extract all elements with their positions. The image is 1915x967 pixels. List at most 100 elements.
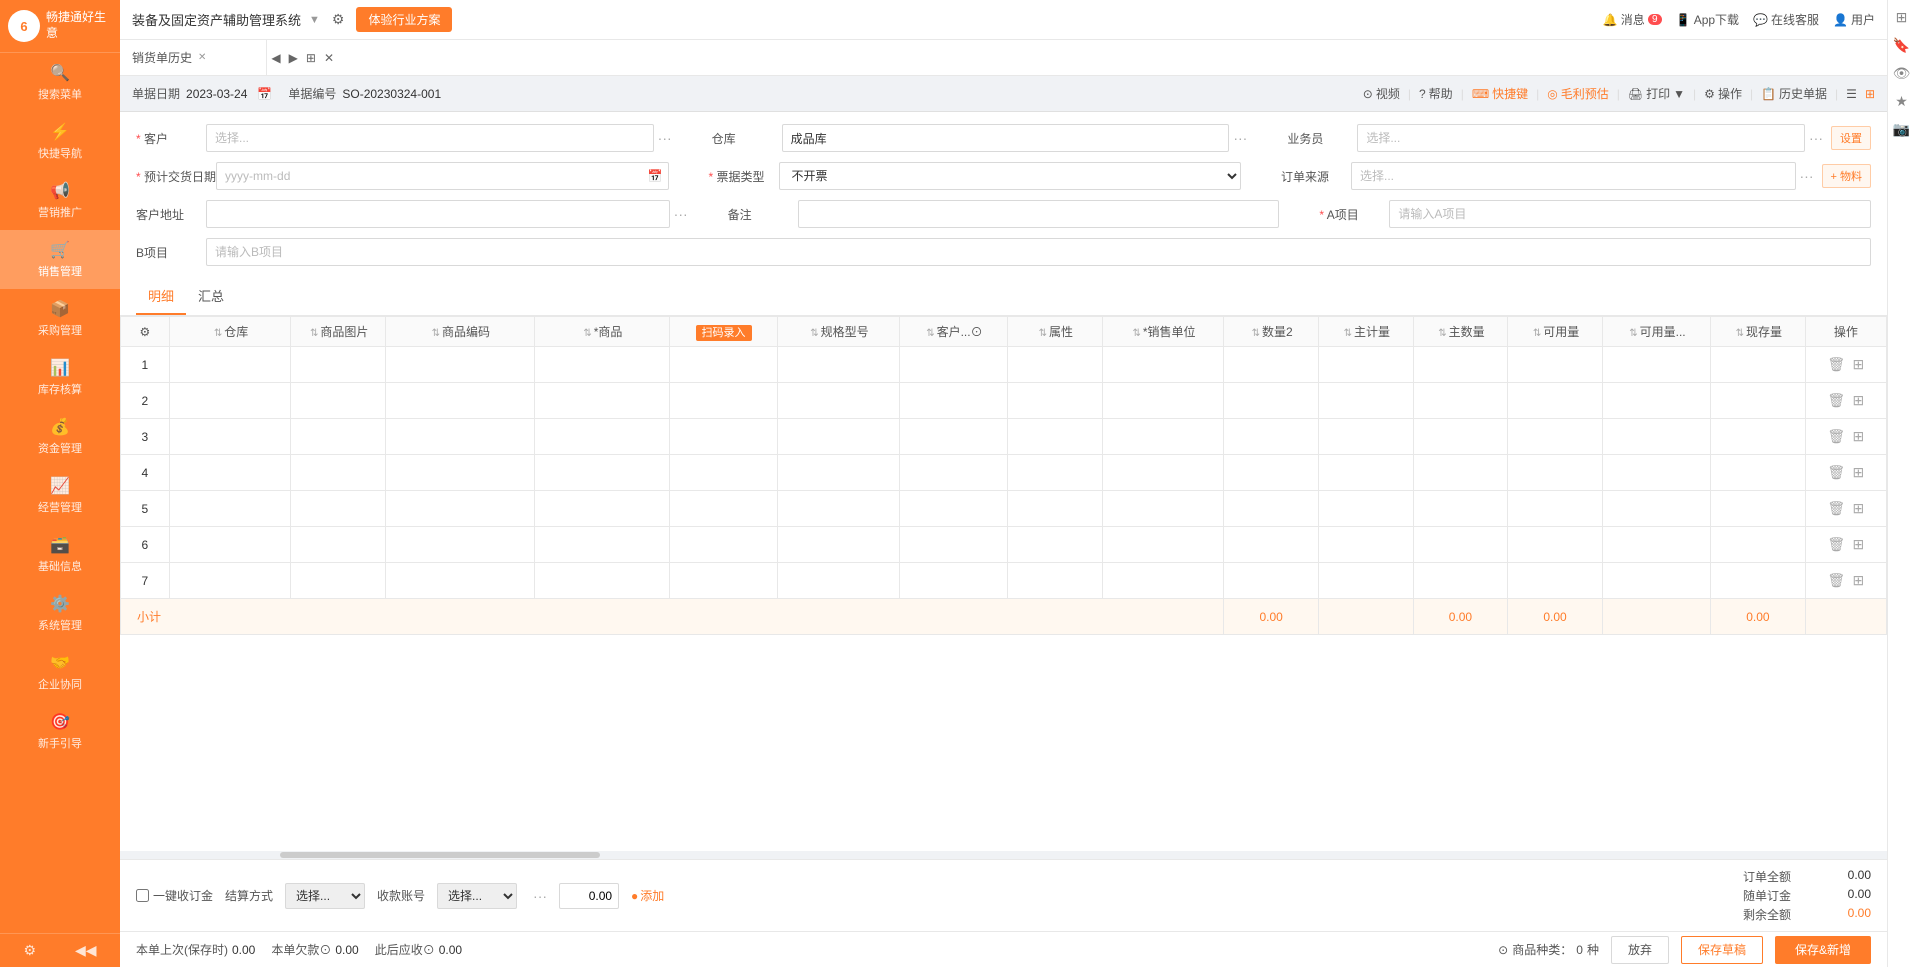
industry-plan-button[interactable]: 体验行业方案 xyxy=(356,7,452,32)
row-mainunit-5[interactable] xyxy=(1318,491,1413,527)
salesperson-input[interactable] xyxy=(1357,124,1805,152)
print-action[interactable]: 🖨 打印 ▼ xyxy=(1628,85,1685,102)
row-availdots-7[interactable] xyxy=(1602,563,1710,599)
user-avatar[interactable]: 👤 用户 xyxy=(1833,11,1875,28)
row-code-5[interactable] xyxy=(386,491,535,527)
row-delete-1[interactable]: 🗑 xyxy=(1825,356,1847,373)
th-stock[interactable]: ⇅现存量 xyxy=(1711,317,1806,347)
row-img-4[interactable] xyxy=(291,455,386,491)
rp-eye-icon[interactable]: 👁 xyxy=(1889,60,1915,86)
row-mainunit-4[interactable] xyxy=(1318,455,1413,491)
operation-action[interactable]: ⚙ 操作 xyxy=(1704,85,1742,102)
sidebar-item-inventory[interactable]: 📊库存核算 xyxy=(0,348,120,407)
history-action[interactable]: 📋 历史单据 xyxy=(1761,85,1827,102)
sidebar-item-newbie[interactable]: 🎯新手引导 xyxy=(0,702,120,761)
row-mainqty-1[interactable] xyxy=(1413,347,1508,383)
row-delete-3[interactable]: 🗑 xyxy=(1825,428,1847,445)
row-product-7[interactable] xyxy=(534,563,669,599)
row-copy-7[interactable]: ⊞ xyxy=(1851,572,1867,589)
row-avail-3[interactable] xyxy=(1508,419,1603,455)
tab-close-sales_return_history[interactable]: ✕ xyxy=(198,52,206,63)
row-code-4[interactable] xyxy=(386,455,535,491)
row-img-6[interactable] xyxy=(291,527,386,563)
row-delete-7[interactable]: 🗑 xyxy=(1825,572,1847,589)
row-img-7[interactable] xyxy=(291,563,386,599)
row-mainqty-6[interactable] xyxy=(1413,527,1508,563)
row-unit-4[interactable] xyxy=(1102,455,1224,491)
sidebar-settings-icon[interactable]: ⚙ xyxy=(23,942,36,959)
row-mainqty-5[interactable] xyxy=(1413,491,1508,527)
row-warehouse-6[interactable] xyxy=(169,527,291,563)
row-avail-7[interactable] xyxy=(1508,563,1603,599)
row-barcode-1[interactable] xyxy=(669,347,777,383)
sidebar-item-operation[interactable]: 📈经营管理 xyxy=(0,466,120,525)
row-attr-3[interactable] xyxy=(1007,419,1102,455)
tab-more-icon[interactable]: ⊞ xyxy=(302,51,320,65)
row-attr-1[interactable] xyxy=(1007,347,1102,383)
row-delete-4[interactable]: 🗑 xyxy=(1825,464,1847,481)
row-warehouse-3[interactable] xyxy=(169,419,291,455)
row-stock-4[interactable] xyxy=(1711,455,1806,491)
row-img-5[interactable] xyxy=(291,491,386,527)
sidebar-item-quick[interactable]: ⚡快捷导航 xyxy=(0,112,120,171)
row-custcode-5[interactable] xyxy=(899,491,1007,527)
help-action[interactable]: ? 帮助 xyxy=(1419,85,1453,102)
row-img-1[interactable] xyxy=(291,347,386,383)
row-availdots-5[interactable] xyxy=(1602,491,1710,527)
sidebar-bottom[interactable]: ⚙ ◀◀ xyxy=(0,933,120,967)
customer-dots-icon[interactable]: ··· xyxy=(658,130,672,146)
row-attr-6[interactable] xyxy=(1007,527,1102,563)
row-code-7[interactable] xyxy=(386,563,535,599)
discard-button[interactable]: 放弃 xyxy=(1611,936,1669,964)
one-click-checkbox[interactable] xyxy=(136,889,149,902)
row-availdots-6[interactable] xyxy=(1602,527,1710,563)
payment-amount-input[interactable]: 0.00 xyxy=(559,883,619,909)
row-code-6[interactable] xyxy=(386,527,535,563)
row-barcode-4[interactable] xyxy=(669,455,777,491)
profit-forecast-action[interactable]: ◎ 毛利预估 xyxy=(1547,85,1609,102)
row-spec-7[interactable] xyxy=(778,563,900,599)
settings-button[interactable]: 设置 xyxy=(1831,126,1871,150)
row-copy-6[interactable]: ⊞ xyxy=(1851,536,1867,553)
row-avail-4[interactable] xyxy=(1508,455,1603,491)
th-avail-dots[interactable]: ⇅可用量... xyxy=(1602,317,1710,347)
row-unit-5[interactable] xyxy=(1102,491,1224,527)
row-barcode-5[interactable] xyxy=(669,491,777,527)
row-custcode-7[interactable] xyxy=(899,563,1007,599)
row-product-2[interactable] xyxy=(534,383,669,419)
row-qty2-1[interactable] xyxy=(1224,347,1319,383)
row-stock-2[interactable] xyxy=(1711,383,1806,419)
row-mainunit-6[interactable] xyxy=(1318,527,1413,563)
rp-scan-icon[interactable]: 📷 xyxy=(1889,116,1915,142)
row-spec-4[interactable] xyxy=(778,455,900,491)
row-copy-1[interactable]: ⊞ xyxy=(1851,356,1867,373)
b-project-input[interactable] xyxy=(206,238,1871,266)
row-spec-3[interactable] xyxy=(778,419,900,455)
account-dots-icon[interactable]: ··· xyxy=(533,888,547,904)
row-spec-2[interactable] xyxy=(778,383,900,419)
address-dots-icon[interactable]: ··· xyxy=(674,206,688,222)
row-mainqty-7[interactable] xyxy=(1413,563,1508,599)
row-mainunit-7[interactable] xyxy=(1318,563,1413,599)
row-copy-5[interactable]: ⊞ xyxy=(1851,500,1867,517)
tab-detail[interactable]: 明细 xyxy=(136,278,186,315)
row-copy-3[interactable]: ⊞ xyxy=(1851,428,1867,445)
row-avail-1[interactable] xyxy=(1508,347,1603,383)
row-warehouse-4[interactable] xyxy=(169,455,291,491)
row-avail-6[interactable] xyxy=(1508,527,1603,563)
sidebar-item-system[interactable]: ⚙️系统管理 xyxy=(0,584,120,643)
sidebar-item-marketing[interactable]: 📢营销推广 xyxy=(0,171,120,230)
th-settings[interactable]: ⚙ xyxy=(121,317,170,347)
notes-input[interactable] xyxy=(798,200,1280,228)
row-product-5[interactable] xyxy=(534,491,669,527)
row-qty2-4[interactable] xyxy=(1224,455,1319,491)
row-mainqty-2[interactable] xyxy=(1413,383,1508,419)
row-custcode-3[interactable] xyxy=(899,419,1007,455)
rp-star-icon[interactable]: ★ xyxy=(1889,88,1915,114)
tab-summary[interactable]: 汇总 xyxy=(186,278,236,315)
scan-barcode-btn[interactable]: 扫码录入 xyxy=(696,325,752,341)
grid-view-icon[interactable]: ⊞ xyxy=(1865,87,1875,101)
row-avail-2[interactable] xyxy=(1508,383,1603,419)
row-unit-2[interactable] xyxy=(1102,383,1224,419)
row-availdots-2[interactable] xyxy=(1602,383,1710,419)
